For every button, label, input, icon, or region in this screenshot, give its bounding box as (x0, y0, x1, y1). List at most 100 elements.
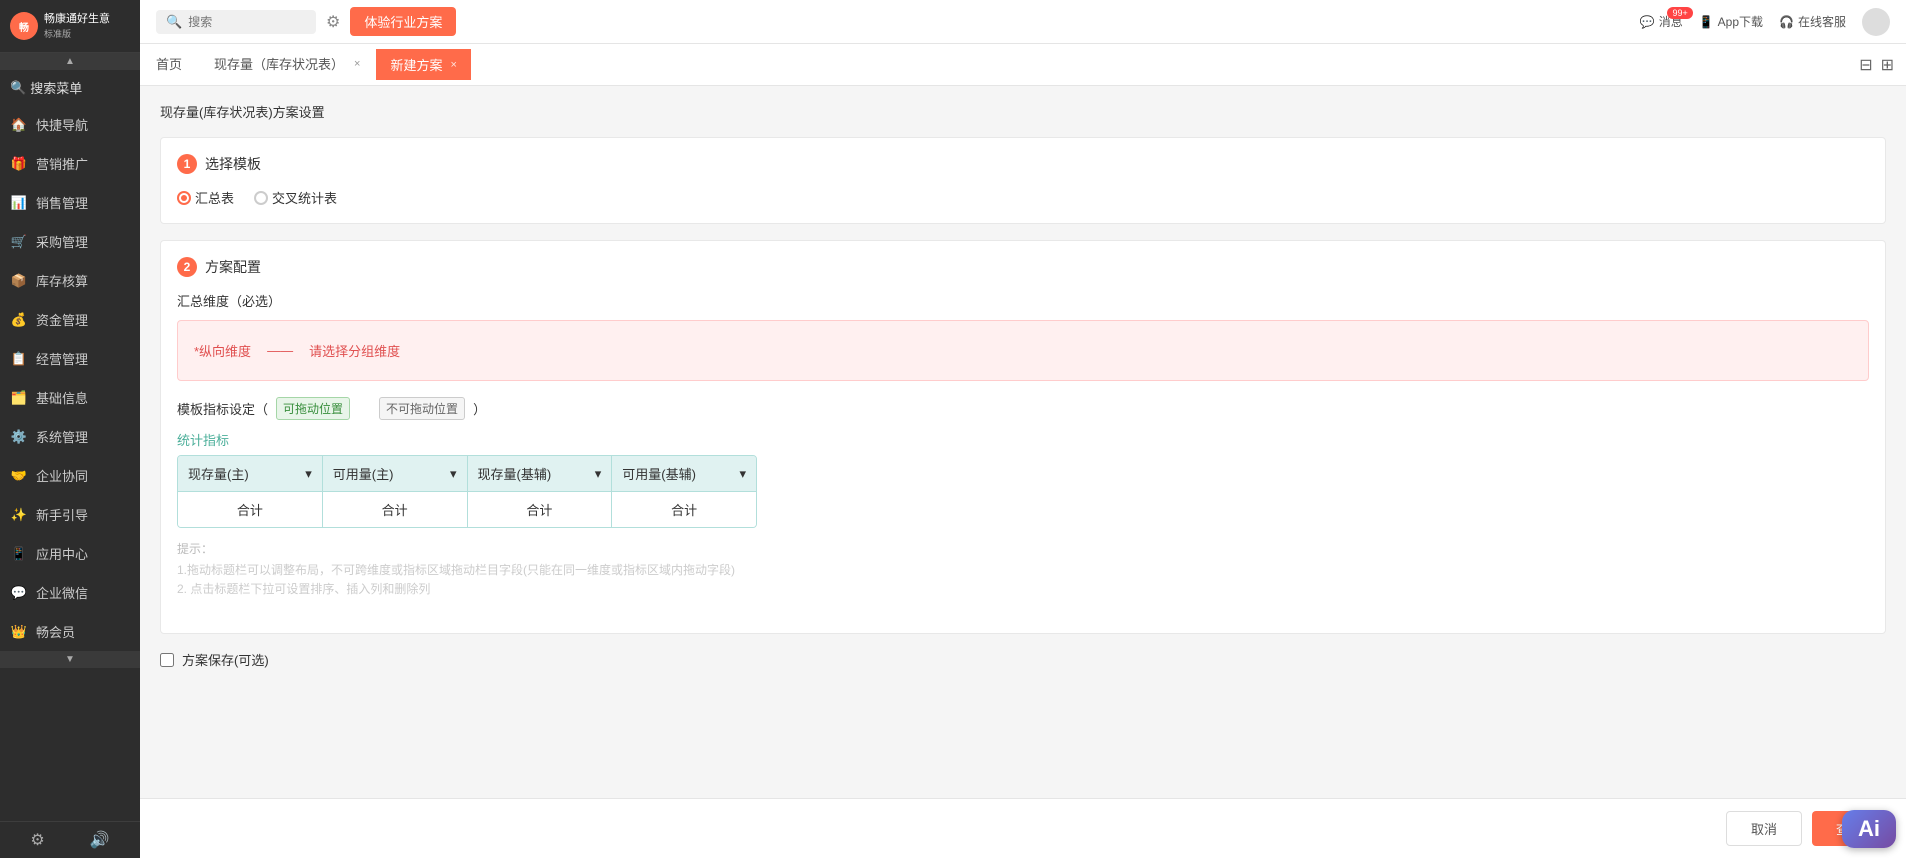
sidebar-item-finance[interactable]: 💰 资金管理 (0, 300, 140, 339)
indicator-movable-tag: 可拖动位置 (276, 397, 350, 420)
headset-icon: 🎧 (1779, 15, 1794, 29)
sidebar-item-purchase[interactable]: 🛒 采购管理 (0, 222, 140, 261)
topbar-search-input[interactable] (188, 15, 288, 29)
radio-summary[interactable]: 汇总表 (177, 188, 234, 207)
stats-col-1: 现存量(主) ▾ 合计 (178, 456, 323, 527)
sidebar-item-system[interactable]: ⚙️ 系统管理 (0, 417, 140, 456)
indicator-settings: 模板指标设定（ 可拖动位置 不可拖动位置 ） (177, 397, 1869, 420)
chart-icon: 📊 (10, 194, 28, 212)
settings-bottom-btn[interactable]: ⚙ (30, 830, 44, 850)
sidebar-item-guide[interactable]: ✨ 新手引导 (0, 495, 140, 534)
template-radio-group: 汇总表 交叉统计表 (177, 188, 1869, 207)
stats-col-2-header[interactable]: 可用量(主) ▾ (323, 456, 467, 492)
topbar-search-area[interactable]: 🔍 (156, 10, 316, 34)
sidebar-logo: 畅 畅康通好生意 标准版 (0, 0, 140, 53)
section-2-num: 2 (177, 257, 197, 277)
radio-summary-label: 汇总表 (195, 188, 234, 207)
logo-icon: 畅 (10, 12, 38, 40)
sidebar-item-app-center[interactable]: 📱 应用中心 (0, 534, 140, 573)
sidebar: 畅 畅康通好生意 标准版 ▲ 🔍 搜索菜单 🏠 快捷导航 🎁 营销推广 📊 销售… (0, 0, 140, 858)
sidebar-scroll-up[interactable]: ▲ (0, 53, 140, 70)
col-1-header-text: 现存量(主) (188, 464, 249, 483)
messages-btn[interactable]: 💬 消息 99+ (1640, 13, 1683, 30)
tips-section: 提示： 1.拖动标题栏可以调整布局，不可跨维度或指标区域拖动栏目字段(只能在同一… (177, 540, 1869, 597)
sidebar-item-label: 经营管理 (36, 349, 88, 368)
topbar-gear-icon[interactable]: ⚙ (326, 12, 340, 32)
sidebar-item-quick-nav[interactable]: 🏠 快捷导航 (0, 105, 140, 144)
sidebar-item-label: 销售管理 (36, 193, 88, 212)
stats-col-3: 现存量(基辅) ▾ 合计 (468, 456, 613, 527)
indicator-prefix-label: 模板指标设定（ (177, 399, 268, 418)
indicator-suffix-label: ） (473, 399, 486, 418)
sidebar-item-label: 基础信息 (36, 388, 88, 407)
online-service-label: 在线客服 (1798, 13, 1846, 30)
radio-crosstab-label: 交叉统计表 (272, 188, 337, 207)
stats-col-1-cell: 合计 (178, 492, 322, 527)
sidebar-item-label: 应用中心 (36, 544, 88, 563)
message-icon: 💬 (1640, 15, 1655, 29)
sidebar-item-member[interactable]: 👑 畅会员 (0, 612, 140, 651)
save-checkbox[interactable] (160, 653, 174, 667)
section-2: 2 方案配置 汇总维度（必选） *纵向维度 —— 请选择分组维度 模板指标设定（… (160, 240, 1886, 634)
sidebar-search[interactable]: 🔍 搜索菜单 (0, 70, 140, 105)
ai-float-button[interactable]: Ai (1842, 810, 1896, 848)
radio-crosstab[interactable]: 交叉统计表 (254, 188, 337, 207)
tip-2: 2. 点击标题栏下拉可设置排序、插入列和删除列 (177, 580, 1869, 597)
col-2-dropdown-icon[interactable]: ▾ (450, 466, 457, 482)
pink-dimension-box[interactable]: *纵向维度 —— 请选择分组维度 (177, 320, 1869, 381)
sidebar-item-inventory[interactable]: 📦 库存核算 (0, 261, 140, 300)
search-icon: 🔍 (10, 80, 26, 96)
vertical-dash: —— (267, 343, 293, 358)
sidebar-item-operation[interactable]: 📋 经营管理 (0, 339, 140, 378)
sidebar-item-wechat[interactable]: 💬 企业微信 (0, 573, 140, 612)
save-row: 方案保存(可选) (160, 650, 1886, 669)
user-avatar[interactable] (1862, 8, 1890, 36)
section-1-title: 选择模板 (205, 154, 261, 174)
tab-collapse-btn[interactable]: ⊟ (1859, 55, 1872, 75)
tab-new[interactable]: 新建方案 × (376, 49, 470, 80)
sidebar-item-basic-info[interactable]: 🗂️ 基础信息 (0, 378, 140, 417)
stats-col-4-header[interactable]: 可用量(基辅) ▾ (612, 456, 756, 492)
sidebar-item-contract[interactable]: 🤝 企业协同 (0, 456, 140, 495)
topbar-search-icon: 🔍 (166, 14, 182, 30)
indicator-separator (358, 399, 371, 418)
tab-new-close[interactable]: × (450, 59, 456, 71)
tab-inventory-label: 现存量（库存状况表） (214, 54, 344, 73)
handshake-icon: 🤝 (10, 467, 28, 485)
sidebar-item-label: 库存核算 (36, 271, 88, 290)
tab-inventory[interactable]: 现存量（库存状况表） × (198, 44, 376, 85)
radio-crosstab-circle (254, 191, 268, 205)
tip-1: 1.拖动标题栏可以调整布局，不可跨维度或指标区域拖动栏目字段(只能在同一维度或指… (177, 561, 1869, 578)
sidebar-search-label: 搜索菜单 (30, 78, 82, 97)
col-3-dropdown-icon[interactable]: ▾ (595, 466, 602, 482)
stats-col-1-header[interactable]: 现存量(主) ▾ (178, 456, 322, 492)
dimension-label: 汇总维度（必选） (177, 291, 1869, 310)
tab-inventory-close[interactable]: × (354, 58, 360, 70)
sidebar-item-sales[interactable]: 📊 销售管理 (0, 183, 140, 222)
topbar-right: 💬 消息 99+ 📱 App下载 🎧 在线客服 (1640, 8, 1890, 36)
messages-badge: 99+ (1667, 7, 1692, 19)
sidebar-scroll-down[interactable]: ▼ (0, 651, 140, 668)
chat-icon: 💬 (10, 584, 28, 602)
tab-home-label: 首页 (156, 54, 182, 73)
sidebar-item-label: 快捷导航 (36, 115, 88, 134)
save-label: 方案保存(可选) (182, 650, 269, 669)
tab-home[interactable]: 首页 (140, 44, 198, 85)
app-download-btn[interactable]: 📱 App下载 (1699, 13, 1763, 30)
sound-bottom-btn[interactable]: 🔊 (90, 830, 110, 850)
section-1: 1 选择模板 汇总表 交叉统计表 (160, 137, 1886, 224)
tabs-bar: 首页 现存量（库存状况表） × 新建方案 × ⊟ ⊞ (140, 44, 1906, 86)
gift-icon: 🎁 (10, 155, 28, 173)
sidebar-item-marketing[interactable]: 🎁 营销推广 (0, 144, 140, 183)
online-service-btn[interactable]: 🎧 在线客服 (1779, 13, 1846, 30)
cancel-button[interactable]: 取消 (1726, 811, 1802, 846)
crown-icon: 👑 (10, 623, 28, 641)
stats-col-3-header[interactable]: 现存量(基辅) ▾ (468, 456, 612, 492)
col-1-dropdown-icon[interactable]: ▾ (305, 466, 312, 482)
tab-expand-btn[interactable]: ⊞ (1881, 55, 1894, 75)
stats-col-3-cell: 合计 (468, 492, 612, 527)
sidebar-item-label: 系统管理 (36, 427, 88, 446)
trial-button[interactable]: 体验行业方案 (350, 7, 456, 36)
section-2-header: 2 方案配置 (177, 257, 1869, 277)
col-4-dropdown-icon[interactable]: ▾ (739, 466, 746, 482)
